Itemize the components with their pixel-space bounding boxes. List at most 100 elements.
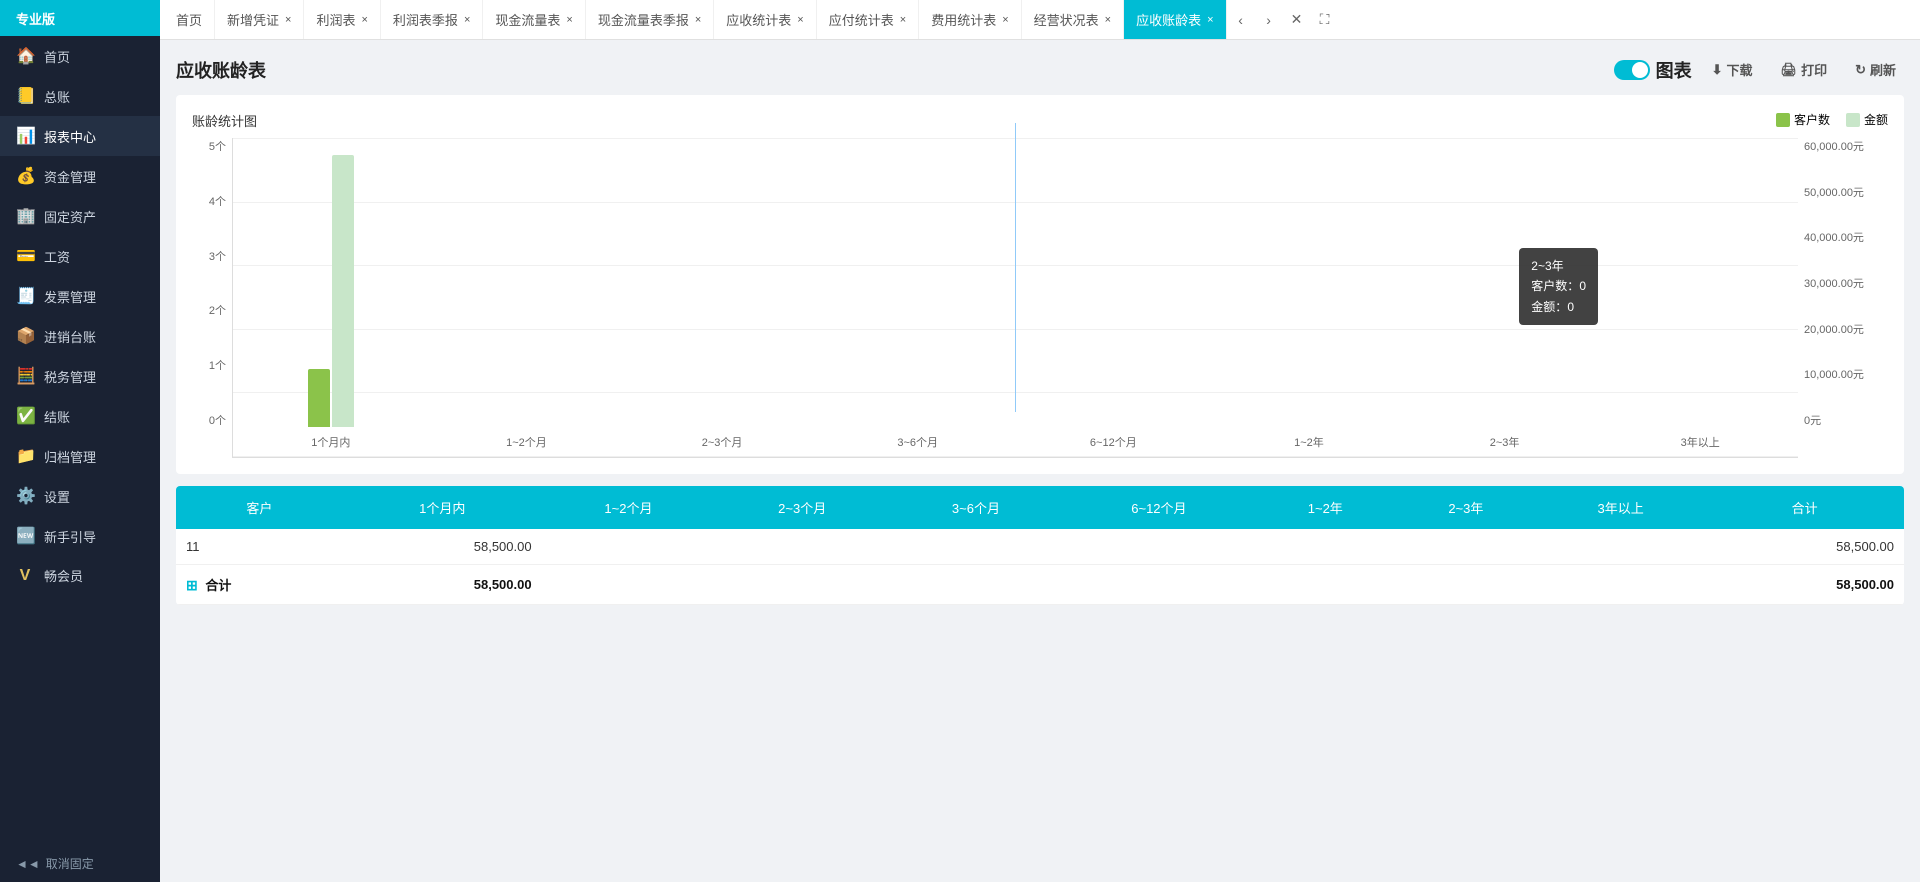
tab-cashflow[interactable]: 现金流量表 × [483, 0, 585, 40]
tab-business-status-close[interactable]: × [1105, 14, 1111, 26]
sidebar: 专业版 🏠 首页 📒 总账 📊 报表中心 💰 资金管理 🏢 固定资产 💳 工资 … [0, 0, 160, 882]
download-button[interactable]: ⬇ 下载 [1704, 56, 1761, 83]
toggle-track[interactable] [1614, 60, 1650, 80]
sidebar-item-ledger[interactable]: 📒 总账 [0, 76, 160, 116]
tab-ap-stats[interactable]: 应付统计表 × [817, 0, 919, 40]
tab-prev-button[interactable]: ‹ [1227, 6, 1255, 34]
x-label-1month: 1个月内 [233, 427, 429, 457]
tab-profit[interactable]: 利润表 × [304, 0, 380, 40]
sidebar-item-settings-label: 设置 [44, 487, 70, 506]
x-label-1-2month: 1~2个月 [429, 427, 625, 457]
sidebar-item-salary-label: 工资 [44, 247, 70, 266]
tax-icon: 🧮 [16, 366, 34, 386]
bar-group-1-2month [429, 138, 625, 427]
table-total-row: ⊞ 合计 58,500.00 58,500.00 [176, 565, 1904, 605]
th-1-2month: 1~2个月 [542, 486, 716, 529]
sidebar-item-tax[interactable]: 🧮 税务管理 [0, 356, 160, 396]
sidebar-item-report[interactable]: 📊 报表中心 [0, 116, 160, 156]
sidebar-item-archive[interactable]: 📁 归档管理 [0, 436, 160, 476]
chart-toggle[interactable]: 图表 [1614, 57, 1692, 83]
sidebar-item-fund[interactable]: 💰 资金管理 [0, 156, 160, 196]
tab-cashflow-close[interactable]: × [566, 14, 572, 26]
tab-expand-button[interactable]: ⛶ [1311, 6, 1339, 34]
sidebar-item-archive-label: 归档管理 [44, 447, 96, 466]
tab-next-button[interactable]: › [1255, 6, 1283, 34]
refresh-icon: ↻ [1855, 62, 1866, 78]
tab-expense-stats-label: 费用统计表 [931, 10, 996, 29]
tab-business-status-label: 经营状况表 [1034, 10, 1099, 29]
print-button[interactable]: 🖨 打印 [1773, 56, 1836, 83]
page-title-row: 应收账龄表 图表 ⬇ 下载 🖨 打印 ↻ 刷新 [176, 56, 1904, 83]
td-total-col2 [542, 565, 716, 605]
unpin-button[interactable]: ◄◄ 取消固定 [0, 845, 160, 882]
download-label: 下载 [1727, 60, 1753, 79]
sidebar-item-invoice[interactable]: 🧾 发票管理 [0, 276, 160, 316]
sidebar-item-fixed-assets[interactable]: 🏢 固定资产 [0, 196, 160, 236]
y-right-label-20000: 20,000.00元 [1804, 321, 1864, 337]
total-icon: ⊞ [186, 577, 198, 593]
tab-close-all-button[interactable]: ✕ [1283, 6, 1311, 34]
x-label-1-2year: 1~2年 [1211, 427, 1407, 457]
fund-icon: 💰 [16, 166, 34, 186]
tab-ar-aging[interactable]: 应收账龄表 × [1124, 0, 1226, 40]
sidebar-item-ledger-label: 总账 [44, 87, 70, 106]
x-label-2-3month: 2~3个月 [624, 427, 820, 457]
refresh-button[interactable]: ↻ 刷新 [1847, 56, 1904, 83]
td-1-2month [542, 529, 716, 565]
tab-ar-stats[interactable]: 应收统计表 × [714, 0, 816, 40]
tab-expense-stats-close[interactable]: × [1002, 14, 1008, 26]
td-total-col8 [1536, 565, 1705, 605]
sidebar-item-salary[interactable]: 💳 工资 [0, 236, 160, 276]
table-row[interactable]: 11 58,500.00 58,500.00 [176, 529, 1904, 565]
td-total-col1: 58,500.00 [343, 565, 542, 605]
sidebar-item-inventory[interactable]: 📦 进销台账 [0, 316, 160, 356]
td-2-3year [1396, 529, 1537, 565]
th-3-6month: 3~6个月 [889, 486, 1063, 529]
chart-y-right: 60,000.00元 50,000.00元 40,000.00元 30,000.… [1798, 138, 1888, 458]
td-customer-name: 11 [176, 529, 343, 565]
tab-new-voucher-close[interactable]: × [285, 14, 291, 26]
bar-green-1month [308, 369, 330, 427]
y-right-label-50000: 50,000.00元 [1804, 184, 1864, 200]
x-label-3-6month: 3~6个月 [820, 427, 1016, 457]
main-area: 首页 新增凭证 × 利润表 × 利润表季报 × 现金流量表 × 现金流量表季报 … [160, 0, 1920, 882]
sidebar-item-inventory-label: 进销台账 [44, 327, 96, 346]
y-right-label-60000: 60,000.00元 [1804, 138, 1864, 154]
sidebar-item-home[interactable]: 🏠 首页 [0, 36, 160, 76]
tab-cashflow-quarterly[interactable]: 现金流量表季报 × [586, 0, 714, 40]
tab-ar-aging-close[interactable]: × [1207, 14, 1213, 26]
td-total-col6 [1255, 565, 1396, 605]
tab-home[interactable]: 首页 [164, 0, 215, 40]
legend-amount-color [1846, 113, 1860, 127]
th-6-12month: 6~12个月 [1063, 486, 1255, 529]
tab-new-voucher[interactable]: 新增凭证 × [215, 0, 304, 40]
x-label-6-12month: 6~12个月 [1016, 427, 1212, 457]
legend-customer-count: 客户数 [1776, 111, 1830, 128]
sidebar-item-vip[interactable]: V 畅会员 [0, 556, 160, 595]
data-table: 客户 1个月内 1~2个月 2~3个月 3~6个月 6~12个月 1~2年 2~… [176, 486, 1904, 605]
inventory-icon: 📦 [16, 326, 34, 346]
y-right-label-10000: 10,000.00元 [1804, 366, 1864, 382]
sidebar-item-settings[interactable]: ⚙️ 设置 [0, 476, 160, 516]
bar-group-3plus [1602, 138, 1798, 427]
th-3plus: 3年以上 [1536, 486, 1705, 529]
sidebar-item-checkout[interactable]: ✅ 结账 [0, 396, 160, 436]
tab-cashflow-quarterly-close[interactable]: × [695, 14, 701, 26]
tab-business-status[interactable]: 经营状况表 × [1022, 0, 1124, 40]
print-label: 打印 [1801, 60, 1827, 79]
tab-profit-quarterly-close[interactable]: × [464, 14, 470, 26]
salary-icon: 💳 [16, 246, 34, 266]
tab-ap-stats-close[interactable]: × [900, 14, 906, 26]
sidebar-item-guide[interactable]: 🆕 新手引导 [0, 516, 160, 556]
sidebar-item-tax-label: 税务管理 [44, 367, 96, 386]
tab-profit-close[interactable]: × [361, 14, 367, 26]
tab-ar-stats-close[interactable]: × [797, 14, 803, 26]
chart-legend: 客户数 金额 [1776, 111, 1888, 128]
x-label-3plus: 3年以上 [1602, 427, 1798, 457]
toggle-thumb [1632, 62, 1648, 78]
tab-expense-stats[interactable]: 费用统计表 × [919, 0, 1021, 40]
sidebar-item-vip-label: 畅会员 [44, 566, 83, 585]
y-left-label-1: 1个 [209, 357, 226, 373]
archive-icon: 📁 [16, 446, 34, 466]
tab-profit-quarterly[interactable]: 利润表季报 × [381, 0, 483, 40]
